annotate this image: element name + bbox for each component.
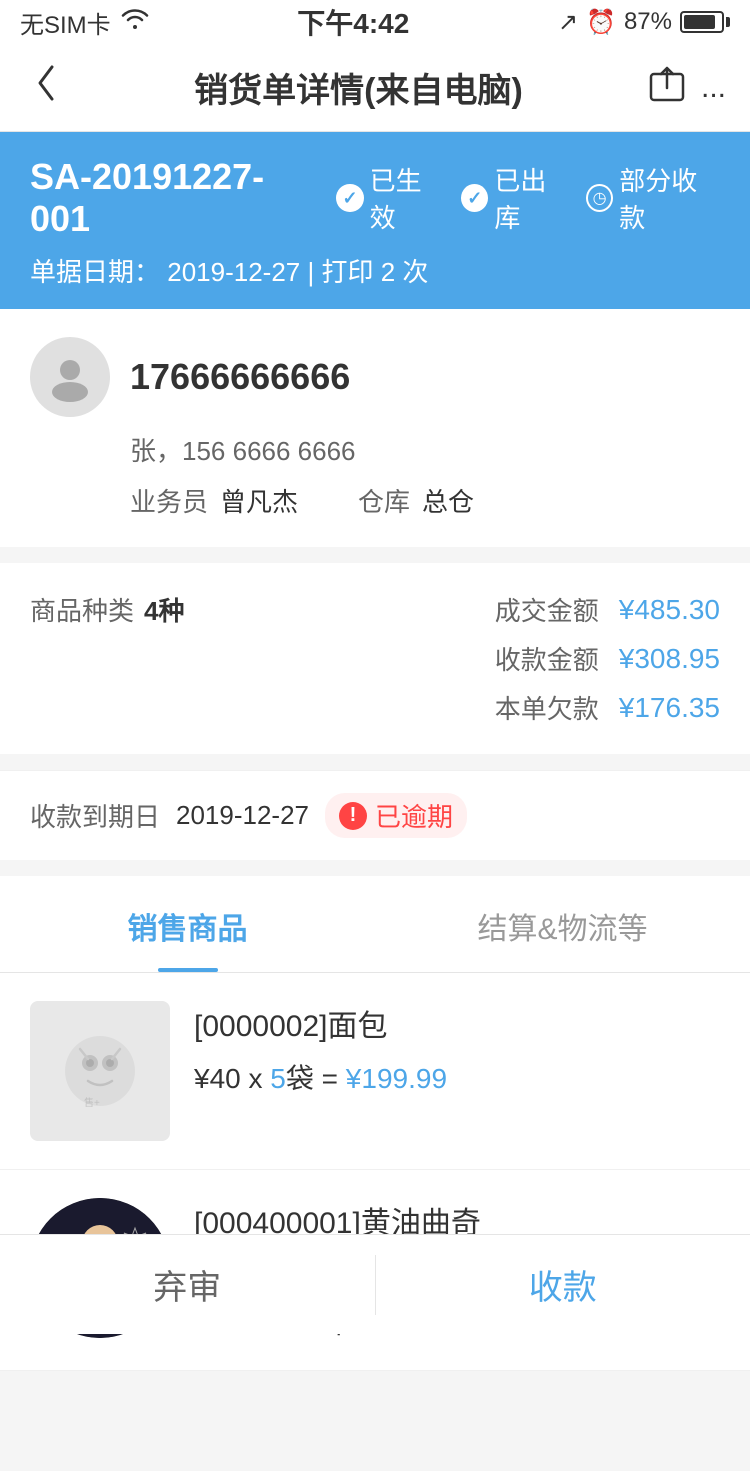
share-icon[interactable] — [649, 66, 685, 110]
overdue-badge: ! 已逾期 — [325, 793, 467, 838]
avatar — [30, 337, 110, 417]
order-date-label: 单据日期： — [30, 257, 160, 287]
bottom-bar: 弃审 收款 — [0, 1234, 750, 1334]
due-label: 收款到期日 — [30, 797, 160, 834]
customer-meta: 业务员 曾凡杰 仓库 总仓 — [30, 482, 720, 519]
wifi-icon — [121, 8, 149, 36]
battery-percent: 87% — [624, 8, 672, 36]
product-name-1: [0000002]面包 — [194, 1001, 720, 1045]
customer-section: 17666666666 张，156 6666 6666 业务员 曾凡杰 仓库 总… — [0, 309, 750, 547]
nav-bar: 销货单详情(来自电脑) ... — [0, 44, 750, 132]
customer-phone: 17666666666 — [130, 356, 350, 398]
warehouse-label: 仓库 — [358, 482, 410, 519]
overdue-icon: ! — [339, 802, 367, 830]
clock-icon: ◷ — [586, 184, 613, 212]
print-label: | 打印 — [307, 257, 373, 287]
collect-payment-button[interactable]: 收款 — [376, 1235, 750, 1334]
overdue-text: 已逾期 — [375, 797, 453, 834]
tab-settlement[interactable]: 结算&物流等 — [375, 876, 750, 972]
more-icon[interactable]: ... — [701, 71, 726, 105]
check-icon-1: ✓ — [336, 184, 363, 212]
order-date-value: 2019-12-27 — [167, 257, 300, 287]
product-item-1: 售+ [0000002]面包 ¥40 x 5袋 = ¥199.99 — [0, 973, 750, 1170]
battery-icon — [680, 11, 730, 33]
product-info-1: [0000002]面包 ¥40 x 5袋 = ¥199.99 — [194, 1001, 720, 1141]
summary-right: 成交金额 ¥485.30 收款金额 ¥308.95 本单欠款 ¥176.35 — [495, 591, 720, 726]
badge-partial-text: 部分收款 — [619, 161, 720, 235]
back-button[interactable] — [24, 53, 68, 122]
badge-effective-text: 已生效 — [370, 161, 446, 235]
summary-row: 商品种类 4种 成交金额 ¥485.30 收款金额 ¥308.95 本单欠款 ¥… — [30, 591, 720, 726]
tabs-container: 销售商品 结算&物流等 — [0, 876, 750, 973]
badge-effective: ✓ 已生效 — [336, 161, 445, 235]
product-image-1: 售+ — [30, 1001, 170, 1141]
owed-amount-row: 本单欠款 ¥176.35 — [495, 689, 720, 726]
order-id: SA-20191227-001 — [30, 156, 316, 240]
sales-meta: 业务员 曾凡杰 — [130, 482, 298, 519]
warehouse-name: 总仓 — [422, 482, 474, 519]
check-icon-2: ✓ — [461, 184, 488, 212]
owed-label: 本单欠款 — [495, 689, 599, 726]
badge-partial: ◷ 部分收款 — [586, 161, 720, 235]
location-icon: ↗ — [558, 8, 578, 37]
deal-amount-value: ¥485.30 — [619, 594, 720, 626]
badge-shipped: ✓ 已出库 — [461, 161, 570, 235]
carrier-text: 无SIM卡 — [20, 5, 111, 40]
deal-amount-row: 成交金额 ¥485.30 — [495, 591, 720, 628]
divider-1 — [0, 547, 750, 563]
due-date-section: 收款到期日 2019-12-27 ! 已逾期 — [0, 770, 750, 860]
badge-shipped-text: 已出库 — [494, 161, 570, 235]
status-badges: ✓ 已生效 ✓ 已出库 ◷ 部分收款 — [336, 161, 720, 235]
owl-placeholder: 售+ — [30, 1001, 170, 1141]
collected-label: 收款金额 — [495, 640, 599, 677]
status-bar: 无SIM卡 下午4:42 ↗ ⏰ 87% — [0, 0, 750, 44]
warehouse-meta: 仓库 总仓 — [358, 482, 474, 519]
customer-row: 17666666666 — [30, 337, 720, 417]
sales-name: 曾凡杰 — [220, 482, 298, 519]
product-type-count: 4种 — [144, 591, 184, 628]
svg-text:售+: 售+ — [84, 1096, 100, 1109]
status-right: ↗ ⏰ 87% — [558, 8, 730, 37]
customer-name: 张，156 6666 6666 — [30, 431, 720, 468]
due-date-value: 2019-12-27 — [176, 800, 309, 831]
status-time: 下午4:42 — [297, 2, 409, 42]
nav-actions: ... — [649, 66, 726, 110]
product-type-label: 商品种类 — [30, 591, 134, 628]
order-header: SA-20191227-001 ✓ 已生效 ✓ 已出库 ◷ 部分收款 单据日期：… — [0, 132, 750, 309]
owed-amount-value: ¥176.35 — [619, 692, 720, 724]
collected-amount-row: 收款金额 ¥308.95 — [495, 640, 720, 677]
sales-label: 业务员 — [130, 482, 208, 519]
summary-left: 商品种类 4种 — [30, 591, 184, 628]
summary-section: 商品种类 4种 成交金额 ¥485.30 收款金额 ¥308.95 本单欠款 ¥… — [0, 563, 750, 754]
collected-amount-value: ¥308.95 — [619, 643, 720, 675]
product-price-1: ¥40 x 5袋 = ¥199.99 — [194, 1057, 720, 1097]
page-title: 销货单详情(来自电脑) — [68, 63, 649, 112]
cancel-review-button[interactable]: 弃审 — [0, 1235, 375, 1334]
print-count-value: 2 — [381, 257, 395, 287]
order-date-row: 单据日期： 2019-12-27 | 打印 2 次 — [30, 252, 720, 289]
print-suffix: 次 — [402, 257, 428, 287]
deal-amount-label: 成交金额 — [495, 591, 599, 628]
bottom-spacer — [0, 1371, 750, 1471]
order-id-row: SA-20191227-001 ✓ 已生效 ✓ 已出库 ◷ 部分收款 — [30, 156, 720, 240]
alarm-icon: ⏰ — [586, 8, 616, 37]
tab-sales-products[interactable]: 销售商品 — [0, 876, 375, 972]
status-left: 无SIM卡 — [20, 5, 149, 40]
